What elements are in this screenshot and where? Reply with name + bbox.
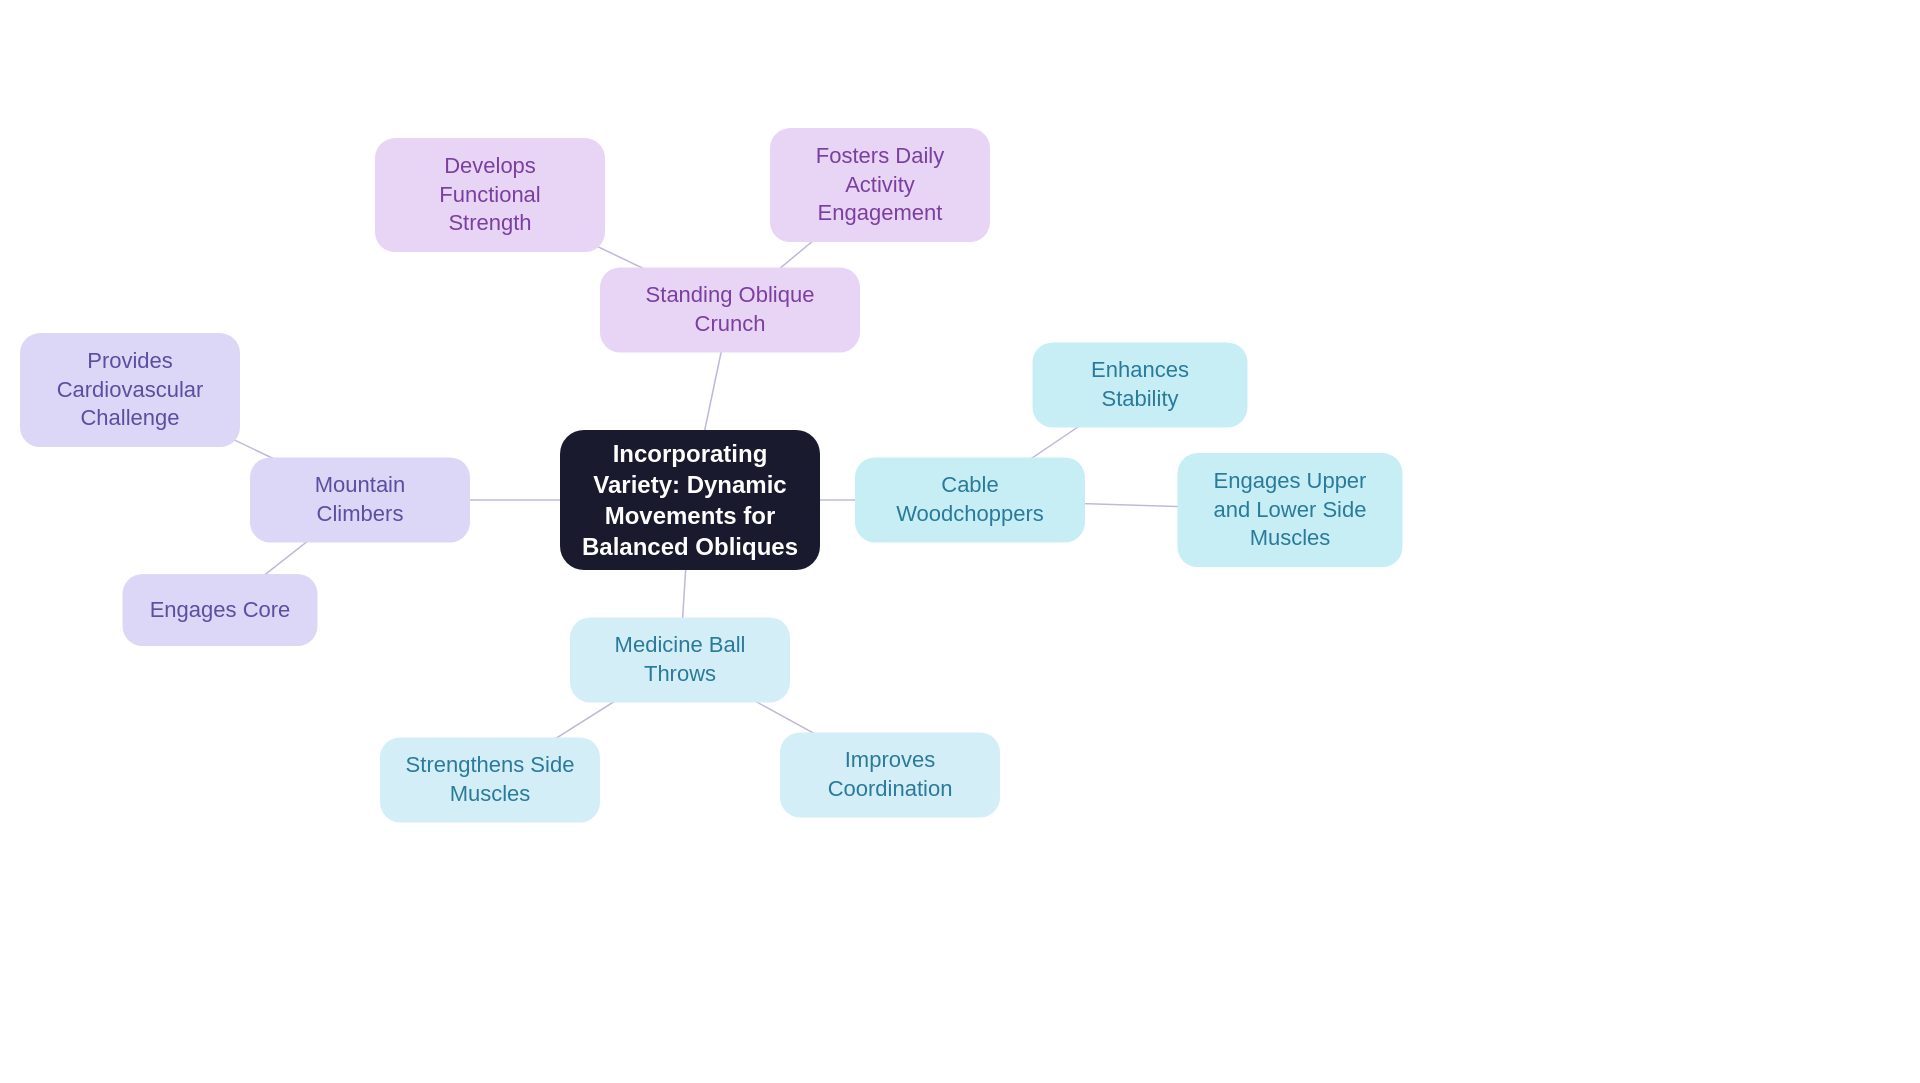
node-enhances-stability: Enhances Stability [1033,342,1248,427]
node-standing-oblique-crunch: Standing Oblique Crunch [600,267,860,352]
node-engages-core: Engages Core [123,574,318,646]
node-medicine-ball-throws: Medicine Ball Throws [570,617,790,702]
node-cable-woodchoppers: Cable Woodchoppers [855,457,1085,542]
center-node: Incorporating Variety: Dynamic Movements… [560,430,820,570]
node-improves-coordination: Improves Coordination [780,732,1000,817]
node-mountain-climbers: Mountain Climbers [250,457,470,542]
node-develops-functional-strength: Develops Functional Strength [375,138,605,252]
node-strengthens-side-muscles: Strengthens Side Muscles [380,737,600,822]
node-provides-cardiovascular: Provides Cardiovascular Challenge [20,333,240,447]
node-engages-upper-lower: Engages Upper and Lower Side Muscles [1178,453,1403,567]
mind-map-container: Incorporating Variety: Dynamic Movements… [0,0,1920,1083]
node-fosters-daily-activity: Fosters Daily Activity Engagement [770,128,990,242]
